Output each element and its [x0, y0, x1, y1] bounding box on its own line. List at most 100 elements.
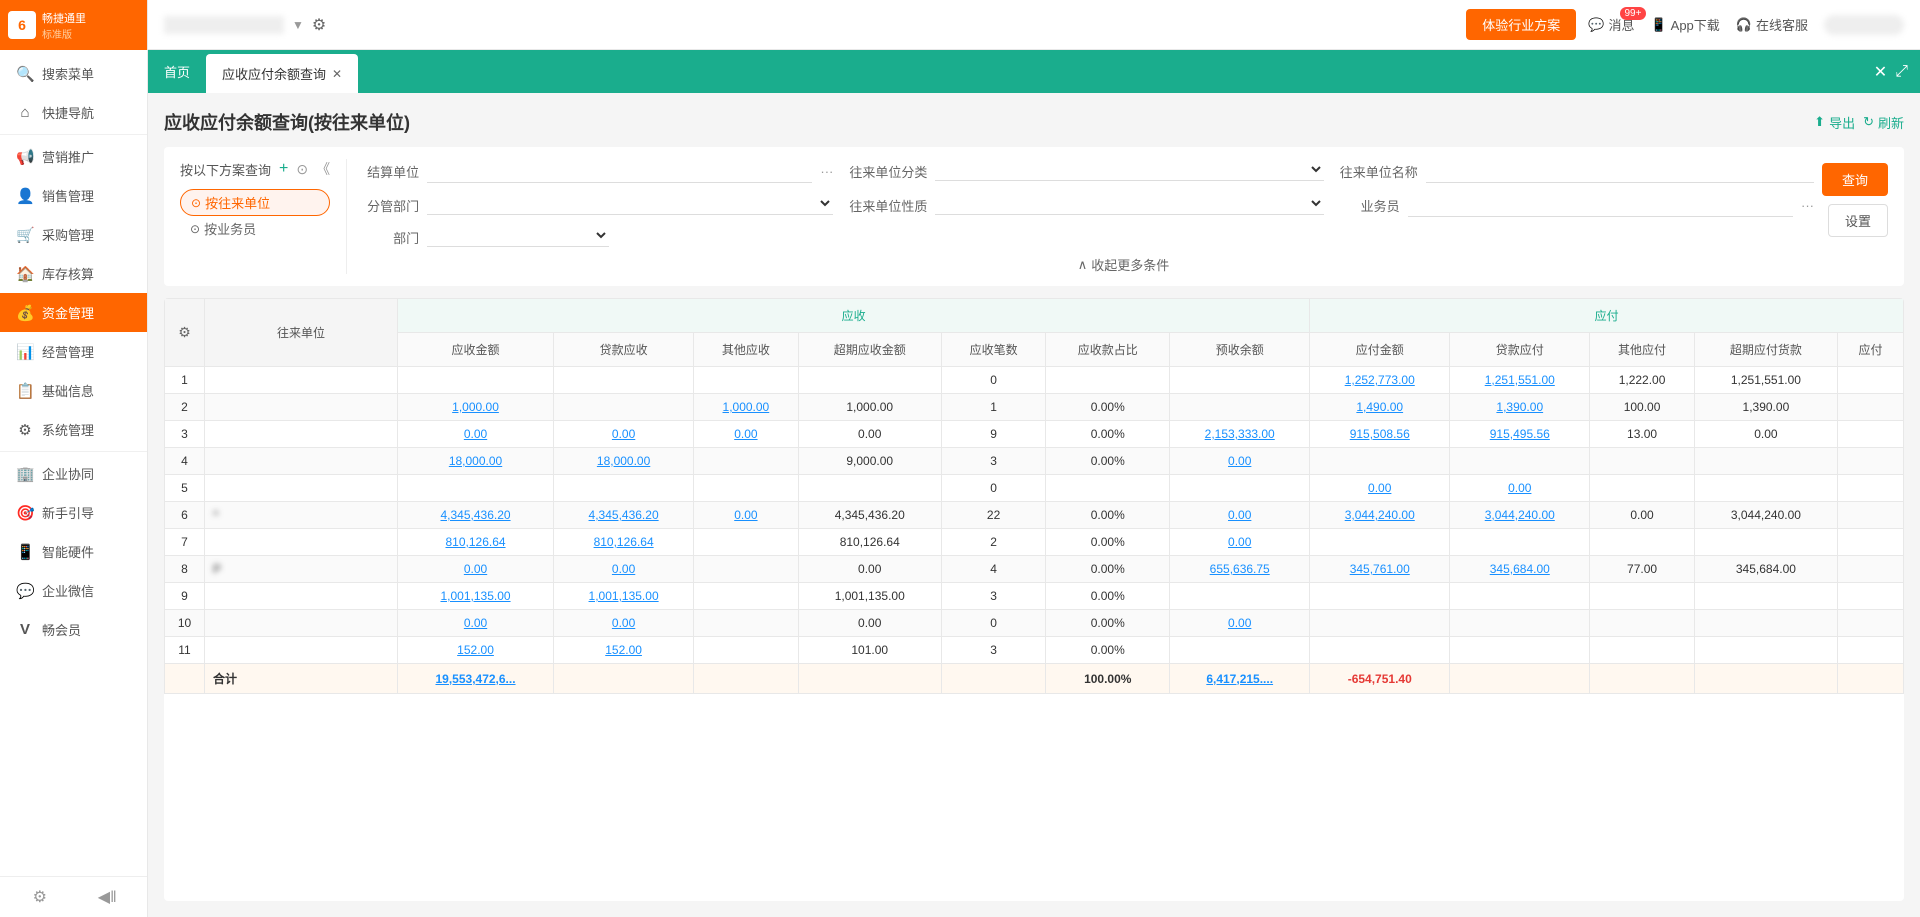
table-cell[interactable]: 0.00: [1170, 448, 1310, 475]
table-cell[interactable]: 1,000.00: [397, 394, 553, 421]
table-cell[interactable]: 0.00: [554, 421, 694, 448]
table-cell[interactable]: 810,126.64: [397, 529, 553, 556]
filter-scheme-collapse-icon[interactable]: 《: [316, 159, 330, 179]
sidebar-item-search-menu[interactable]: 🔍 搜索菜单: [0, 54, 147, 93]
table-cell[interactable]: 0.00: [554, 556, 694, 583]
collapse-btn[interactable]: ∧ 收起更多条件: [359, 255, 1888, 274]
table-cell[interactable]: 152.00: [554, 637, 694, 664]
sidebar-item-system[interactable]: ⚙ 系统管理: [0, 410, 147, 449]
table-cell[interactable]: 152.00: [397, 637, 553, 664]
table-cell[interactable]: 0.00: [1450, 475, 1590, 502]
table-cell[interactable]: 810,126.64: [554, 529, 694, 556]
export-btn[interactable]: ⬆ 导出: [1814, 113, 1855, 132]
online-service-btn[interactable]: 🎧 在线客服: [1736, 15, 1808, 34]
th-settings[interactable]: ⚙: [165, 299, 205, 367]
table-cell: [694, 583, 799, 610]
table-cell[interactable]: 1,252,773.00: [1310, 367, 1450, 394]
sidebar-item-marketing[interactable]: 📢 营销推广: [0, 137, 147, 176]
table-cell[interactable]: 2,153,333.00: [1170, 421, 1310, 448]
tab-bar-expand-icon[interactable]: ⤢: [1895, 63, 1908, 81]
table-cell[interactable]: 0.00: [554, 610, 694, 637]
table-cell[interactable]: 4,345,436.20: [397, 502, 553, 529]
sidebar-item-finance[interactable]: 💰 资金管理: [0, 293, 147, 332]
query-btn[interactable]: 查询: [1822, 163, 1888, 196]
th-ap-col5: 应付: [1837, 333, 1903, 367]
sidebar-item-member[interactable]: V 畅会员: [0, 610, 147, 649]
table-cell[interactable]: 1,001,135.00: [554, 583, 694, 610]
set-btn[interactable]: 设置: [1828, 204, 1888, 237]
sidebar-item-wechat[interactable]: 💬 企业微信: [0, 571, 147, 610]
table-cell[interactable]: 1,490.00: [1310, 394, 1450, 421]
table-cell: [1170, 367, 1310, 394]
table-cell[interactable]: 0.00: [1170, 610, 1310, 637]
table-cell[interactable]: 0.00: [1310, 475, 1450, 502]
filter-settlement-dots-icon[interactable]: ···: [820, 164, 833, 179]
table-cell[interactable]: 0.00: [397, 421, 553, 448]
sidebar-item-basic-info[interactable]: 📋 基础信息: [0, 371, 147, 410]
filter-unit-nature-select[interactable]: [935, 195, 1323, 215]
table-cell[interactable]: 915,495.56: [1450, 421, 1590, 448]
sidebar-item-sales[interactable]: 👤 销售管理: [0, 176, 147, 215]
sidebar-item-operations[interactable]: 📊 经营管理: [0, 332, 147, 371]
table-cell[interactable]: 345,684.00: [1450, 556, 1590, 583]
table-cell[interactable]: 1,000.00: [694, 394, 799, 421]
filter-dept-select[interactable]: [427, 227, 609, 247]
filter-branch-select[interactable]: [427, 195, 833, 215]
app-download-btn[interactable]: 📱 App下载: [1650, 15, 1719, 34]
filter-settlement-input[interactable]: [427, 159, 812, 183]
table-cell[interactable]: 1,001,135.00: [397, 583, 553, 610]
filter-branch-dropdown[interactable]: [427, 195, 833, 212]
refresh-btn[interactable]: ↻ 刷新: [1863, 113, 1904, 132]
table-cell[interactable]: 915,508.56: [1310, 421, 1450, 448]
table-settings-icon[interactable]: ⚙: [178, 324, 191, 340]
sidebar-item-enterprise[interactable]: 🏢 企业协同: [0, 454, 147, 493]
filter-unit-nature-dropdown[interactable]: [935, 195, 1323, 212]
sidebar-item-inventory[interactable]: 🏠 库存核算: [0, 254, 147, 293]
table-cell[interactable]: 0.00: [397, 610, 553, 637]
tab-ar-ap[interactable]: 应收应付余额查询 ✕: [206, 54, 358, 93]
table-cell[interactable]: 3,044,240.00: [1450, 502, 1590, 529]
filter-by-salesman-btn[interactable]: ⊙ 按业务员: [180, 216, 330, 241]
sidebar-settings-btn[interactable]: ⚙: [10, 887, 70, 907]
trial-btn[interactable]: 体验行业方案: [1466, 9, 1576, 40]
table-cell[interactable]: 4,345,436.20: [554, 502, 694, 529]
table-cell[interactable]: 0.00: [1170, 502, 1310, 529]
sidebar-item-guide[interactable]: 🎯 新手引导: [0, 493, 147, 532]
sidebar-collapse-btn[interactable]: ◀‖: [78, 887, 138, 907]
tab-home[interactable]: 首页: [148, 52, 206, 91]
table-cell: 3,044,240.00: [1694, 502, 1837, 529]
tab-bar-close-icon[interactable]: ✕: [1874, 62, 1887, 82]
filter-unit-category-select[interactable]: [935, 161, 1323, 181]
filter-unit-category-dropdown[interactable]: [935, 161, 1323, 178]
total-ar-amount[interactable]: 19,553,472,6...: [397, 664, 553, 694]
sidebar-item-quick-nav[interactable]: ⌂ 快捷导航: [0, 93, 147, 132]
filter-scheme-settings-icon[interactable]: ⊙: [296, 161, 308, 178]
filter-dept-dropdown[interactable]: [427, 227, 609, 244]
filter-add-btn[interactable]: +: [279, 160, 288, 178]
user-avatar-area[interactable]: [1824, 15, 1904, 35]
table-cell[interactable]: 655,636.75: [1170, 556, 1310, 583]
total-ar-prepaid[interactable]: 6,417,215....: [1170, 664, 1310, 694]
table-cell[interactable]: 0.00: [694, 421, 799, 448]
filter-salesman-input[interactable]: [1408, 193, 1793, 217]
table-cell: [694, 367, 799, 394]
table-cell[interactable]: 0.00: [694, 502, 799, 529]
notification-btn[interactable]: 💬 消息 99+: [1588, 15, 1634, 34]
sidebar-item-smart-hw[interactable]: 📱 智能硬件: [0, 532, 147, 571]
table-cell[interactable]: 0.00: [397, 556, 553, 583]
sidebar-item-purchase[interactable]: 🛒 采购管理: [0, 215, 147, 254]
filter-by-unit-btn[interactable]: ⊙ 按往来单位: [180, 189, 330, 216]
table-cell[interactable]: 3,044,240.00: [1310, 502, 1450, 529]
breadcrumb-area: ▼ ⚙: [164, 15, 1454, 35]
settings-gear-icon[interactable]: ⚙: [312, 15, 326, 35]
tab-close-icon[interactable]: ✕: [332, 67, 342, 81]
table-cell[interactable]: 1,251,551.00: [1450, 367, 1590, 394]
filter-group-unit-category: 往来单位分类: [849, 161, 1323, 181]
table-cell[interactable]: 1,390.00: [1450, 394, 1590, 421]
table-cell[interactable]: 0.00: [1170, 529, 1310, 556]
filter-unit-name-input[interactable]: [1426, 159, 1814, 183]
filter-salesman-dots-icon[interactable]: ···: [1801, 198, 1814, 213]
table-cell[interactable]: 345,761.00: [1310, 556, 1450, 583]
table-cell[interactable]: 18,000.00: [554, 448, 694, 475]
table-cell[interactable]: 18,000.00: [397, 448, 553, 475]
